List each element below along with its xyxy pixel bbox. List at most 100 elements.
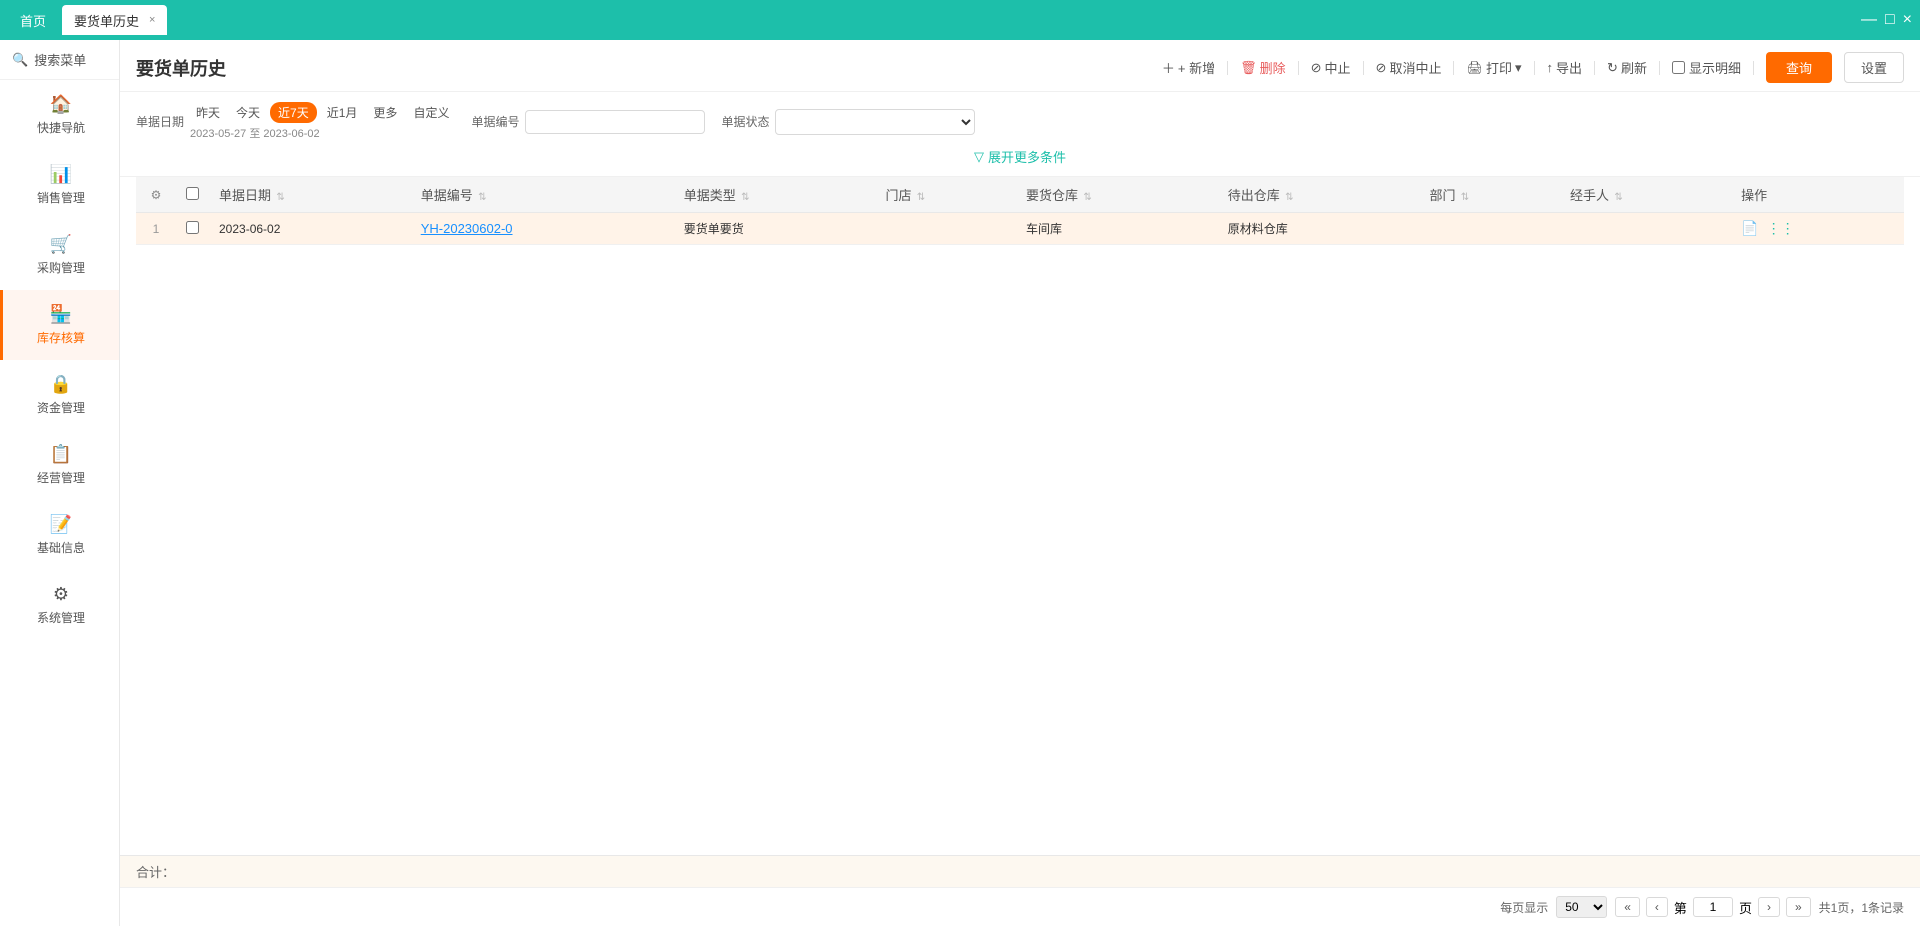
order-no-input[interactable] — [525, 110, 705, 134]
export-icon: ↑ — [1547, 60, 1554, 75]
th-req-warehouse: 要货仓库 ⇅ — [1016, 177, 1218, 213]
date-btn-1month[interactable]: 近1月 — [321, 102, 364, 123]
cancel-stop-icon: ⊘ — [1376, 60, 1387, 76]
sort-pendingwarehouse-icon[interactable]: ⇅ — [1285, 192, 1293, 203]
prev-page-btn[interactable]: ‹ — [1646, 897, 1668, 917]
sort-orderno-icon[interactable]: ⇅ — [478, 192, 486, 203]
status-label: 单据状态 — [721, 113, 769, 130]
page-header: 要货单历史 ＋ + 新增 🗑 删除 ⊘ 中止 ⊘ — [120, 40, 1920, 92]
page-number-input[interactable] — [1693, 897, 1733, 917]
sidebar-item-inventory[interactable]: 🏪 库存核算 — [0, 290, 119, 360]
search-icon: 🔍 — [12, 52, 28, 68]
stop-button[interactable]: ⊘ 中止 — [1311, 58, 1351, 77]
print-icon: 🖨 — [1466, 60, 1483, 76]
pagination: 每页显示 20 50 100 « ‹ 第 页 › » 共1页，1条记录 — [120, 887, 1920, 926]
page-label: 第 — [1674, 898, 1687, 917]
row-checkbox-cell — [176, 213, 209, 245]
query-button[interactable]: 查询 — [1766, 52, 1832, 83]
row-order-type: 要货单要货 — [674, 213, 876, 245]
divider — [1227, 61, 1228, 75]
delete-button[interactable]: 🗑 删除 — [1240, 58, 1286, 77]
sidebar-item-sales[interactable]: 📊 销售管理 — [0, 150, 119, 220]
print-button[interactable]: 🖨 打印 ▾ — [1466, 58, 1521, 77]
divider7 — [1659, 61, 1660, 75]
page-size-label: 每页显示 — [1500, 899, 1548, 916]
expand-more-btn[interactable]: ▽ 展开更多条件 — [974, 147, 1066, 166]
minimize-icon[interactable]: — — [1861, 11, 1877, 29]
next-page-btn[interactable]: › — [1758, 897, 1780, 917]
data-table: ⚙ 单据日期 ⇅ 单据编号 ⇅ 单据类型 — [136, 177, 1904, 245]
sort-department-icon[interactable]: ⇅ — [1461, 192, 1469, 203]
sort-reqwarehouse-icon[interactable]: ⇅ — [1083, 192, 1091, 203]
sidebar-item-quick-nav[interactable]: 🏠 快捷导航 — [0, 80, 119, 150]
date-range: 2023-05-27 至 2023-06-02 — [190, 125, 455, 141]
date-btn-7days[interactable]: 近7天 — [270, 102, 317, 123]
sidebar-item-purchase[interactable]: 🛒 采购管理 — [0, 220, 119, 290]
display-detail-checkbox[interactable]: 显示明细 — [1672, 58, 1741, 77]
date-quick-btns: 昨天 今天 近7天 近1月 更多 自定义 — [190, 102, 455, 123]
row-edit-icon[interactable]: 📄 — [1741, 220, 1758, 237]
first-page-btn[interactable]: « — [1615, 897, 1640, 917]
tab-close-icon[interactable]: × — [149, 14, 155, 26]
sidebar-item-system[interactable]: ⚙ 系统管理 — [0, 570, 119, 640]
new-button[interactable]: ＋ + 新增 — [1162, 58, 1215, 77]
sort-store-icon[interactable]: ⇅ — [917, 192, 925, 203]
tab-active[interactable]: 要货单历史 × — [62, 5, 167, 35]
page-summary: 共1页，1条记录 — [1819, 899, 1904, 916]
date-filter-item: 单据日期 昨天 今天 近7天 近1月 更多 自定义 — [136, 102, 455, 141]
export-button[interactable]: ↑ 导出 — [1547, 58, 1583, 77]
sidebar-item-finance[interactable]: 🔒 资金管理 — [0, 360, 119, 430]
date-btn-today[interactable]: 今天 — [230, 102, 266, 123]
th-handler: 经手人 ⇅ — [1560, 177, 1731, 213]
maximize-icon[interactable]: □ — [1885, 11, 1895, 29]
setting-button[interactable]: 设置 — [1844, 52, 1904, 83]
purchase-icon: 🛒 — [50, 234, 72, 255]
basic-icon: 📝 — [50, 514, 72, 535]
order-no-label: 单据编号 — [471, 113, 519, 130]
tab-home[interactable]: 首页 — [8, 5, 58, 35]
cancel-stop-button[interactable]: ⊘ 取消中止 — [1376, 58, 1442, 77]
last-page-btn[interactable]: » — [1786, 897, 1811, 917]
finance-icon: 🔒 — [50, 374, 72, 395]
top-bar: 首页 要货单历史 × — □ × — [0, 0, 1920, 40]
search-menu[interactable]: 🔍 搜索菜单 — [0, 40, 119, 80]
refresh-button[interactable]: ↻ 刷新 — [1607, 58, 1647, 77]
sidebar-item-operation[interactable]: 📋 经营管理 — [0, 430, 119, 500]
total-label: 合计： — [136, 862, 175, 881]
sort-handler-icon[interactable]: ⇅ — [1614, 192, 1622, 203]
content-area: 要货单历史 ＋ + 新增 🗑 删除 ⊘ 中止 ⊘ — [120, 40, 1920, 926]
row-handler — [1560, 213, 1731, 245]
row-more-icon[interactable]: ⋮⋮ — [1767, 220, 1795, 237]
th-pending-warehouse: 待出仓库 ⇅ — [1218, 177, 1420, 213]
order-no-link[interactable]: YH-20230602-0 — [421, 221, 513, 236]
display-detail-check[interactable] — [1672, 61, 1685, 74]
sort-ordertype-icon[interactable]: ⇅ — [741, 192, 749, 203]
sort-date-icon[interactable]: ⇅ — [276, 192, 284, 203]
divider5 — [1534, 61, 1535, 75]
date-btn-more[interactable]: 更多 — [367, 102, 403, 123]
row-checkbox[interactable] — [186, 221, 199, 234]
select-all-checkbox[interactable] — [186, 187, 199, 200]
status-select[interactable] — [775, 109, 975, 135]
home-icon: 🏠 — [50, 94, 72, 115]
table-row: 1 2023-06-02 YH-20230602-0 要货单要货 车间库 原材料… — [136, 213, 1904, 245]
inventory-icon: 🏪 — [50, 304, 72, 325]
date-btn-yesterday[interactable]: 昨天 — [190, 102, 226, 123]
table-header-row: ⚙ 单据日期 ⇅ 单据编号 ⇅ 单据类型 — [136, 177, 1904, 213]
th-action: 操作 — [1731, 177, 1904, 213]
divider3 — [1363, 61, 1364, 75]
table-footer: 合计： — [120, 855, 1920, 887]
status-filter-item: 单据状态 — [721, 109, 975, 135]
window-close-icon[interactable]: × — [1903, 11, 1912, 29]
page-size-select[interactable]: 20 50 100 — [1556, 896, 1607, 918]
row-department — [1419, 213, 1560, 245]
divider6 — [1594, 61, 1595, 75]
sidebar-item-basic[interactable]: 📝 基础信息 — [0, 500, 119, 570]
date-btn-custom[interactable]: 自定义 — [407, 102, 455, 123]
settings-col-header[interactable]: ⚙ — [136, 177, 176, 213]
order-no-filter-item: 单据编号 — [471, 110, 705, 134]
th-department: 部门 ⇅ — [1419, 177, 1560, 213]
print-dropdown-icon[interactable]: ▾ — [1515, 60, 1522, 76]
th-order-type: 单据类型 ⇅ — [674, 177, 876, 213]
page-nav: « ‹ 第 页 › » — [1615, 897, 1810, 917]
